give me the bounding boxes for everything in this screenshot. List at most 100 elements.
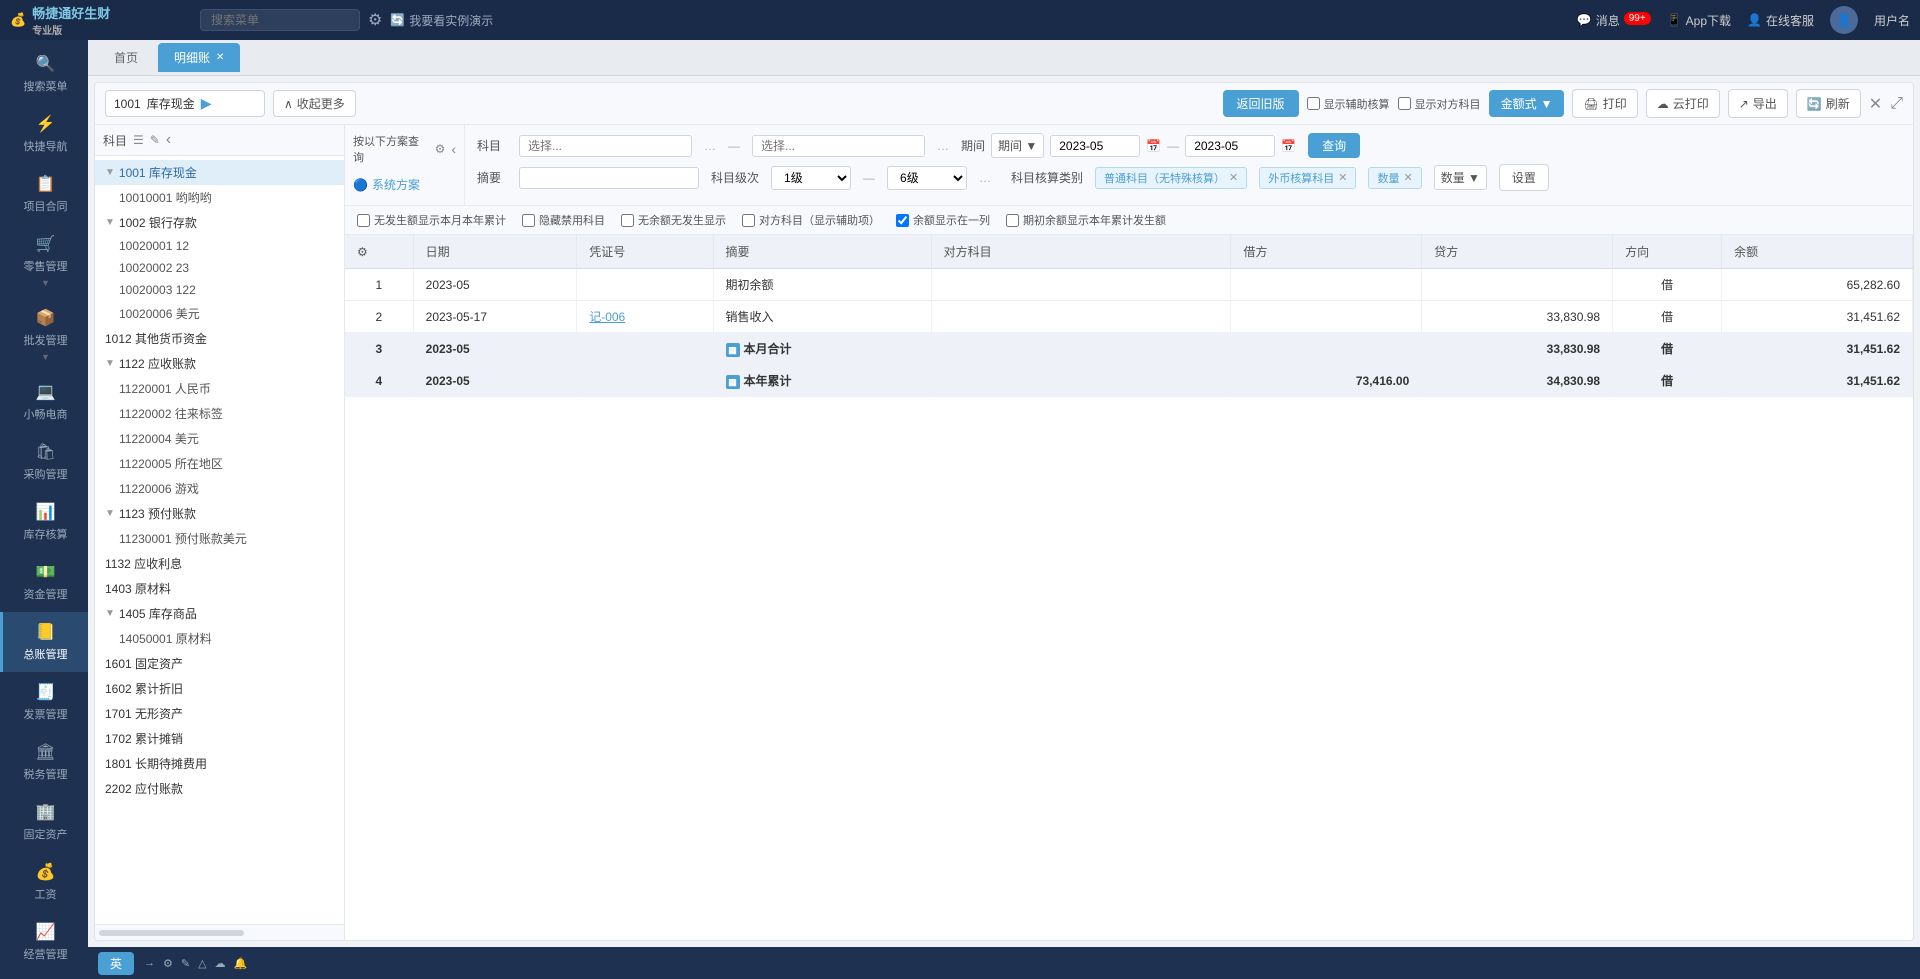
filter-icon[interactable]: ☰ — [133, 133, 144, 147]
collapse-filter-icon[interactable]: ‹ — [451, 141, 456, 157]
level-start-select[interactable]: 1级2级3级4级5级6级 — [771, 166, 851, 190]
scheme-item-sys[interactable]: 🔵 系统方案 — [353, 173, 456, 196]
show-contra-checkbox[interactable] — [1398, 97, 1411, 110]
message-btn[interactable]: 💬 消息 99+ — [1577, 12, 1651, 29]
triangle-icon[interactable]: △ — [198, 957, 206, 970]
period-mode-dropdown[interactable]: 期间 ▼ — [991, 133, 1044, 158]
sidebar-item-purchase[interactable]: 🛍 采购管理 — [0, 432, 88, 492]
demo-link[interactable]: 🔄 我要看实例演示 — [390, 12, 493, 29]
tree-item-1701[interactable]: 1701 无形资产 — [95, 701, 344, 726]
sidebar-item-contract[interactable]: 📋 项目合同 — [0, 164, 88, 224]
cloud-bottom-icon[interactable]: ☁ — [215, 957, 226, 970]
edit-icon[interactable]: ✎ — [150, 133, 160, 147]
subject-selector[interactable]: 1001 库存现金 ▶ — [105, 90, 265, 117]
period-start-input[interactable] — [1050, 135, 1140, 157]
search-input[interactable] — [200, 9, 360, 31]
check-hide-disabled-input[interactable] — [522, 214, 535, 227]
tree-item-1002[interactable]: ▼ 1002 银行存款 — [95, 210, 344, 235]
check-contra[interactable]: 对方科目（显示辅助项） — [742, 212, 880, 228]
sidebar-item-search[interactable]: 🔍 搜索菜单 — [0, 44, 88, 104]
subject-start-input[interactable] — [519, 135, 692, 157]
expand-page-btn[interactable]: ⤢ — [1890, 95, 1903, 113]
check-contra-input[interactable] — [742, 214, 755, 227]
tag-remove-fx[interactable]: ✕ — [1338, 171, 1347, 184]
check-init-balance[interactable]: 期初余额显示本年累计发生额 — [1006, 212, 1166, 228]
sidebar-item-nav[interactable]: ⚡ 快捷导航 — [0, 104, 88, 164]
sidebar-item-ledger[interactable]: 📒 总账管理 — [0, 612, 88, 672]
refresh-btn[interactable]: 🔄 刷新 — [1796, 89, 1861, 118]
tab-home[interactable]: 首页 — [98, 43, 154, 72]
check-balance-col-input[interactable] — [896, 214, 909, 227]
tree-item-11220002[interactable]: 11220002 往来标签 — [95, 401, 344, 426]
subject-end-input[interactable] — [752, 135, 925, 157]
settings-bottom-icon[interactable]: ⚙ — [163, 957, 173, 970]
sidebar-item-salary[interactable]: 💰 工资 — [0, 852, 88, 912]
sidebar-item-biz[interactable]: 📈 经营管理 — [0, 912, 88, 972]
sidebar-item-tax[interactable]: 🏛 税务管理 — [0, 732, 88, 792]
sidebar-item-ecom[interactable]: 💻 小畅电商 — [0, 372, 88, 432]
period-end-input[interactable] — [1185, 135, 1275, 157]
sidebar-item-assets[interactable]: 🏢 固定资产 — [0, 792, 88, 852]
arrow-right-icon[interactable]: → — [144, 957, 155, 969]
check-no-balance-input[interactable] — [621, 214, 634, 227]
fold-left-btn[interactable]: ‹ — [166, 131, 171, 149]
tree-item-1602[interactable]: 1602 累计折旧 — [95, 676, 344, 701]
settings-icon[interactable]: ⚙ — [368, 10, 382, 30]
tree-item-10020002[interactable]: 10020002 23 — [95, 257, 344, 279]
tree-item-1405[interactable]: ▼ 1405 库存商品 — [95, 601, 344, 626]
tree-item-2202[interactable]: 2202 应付账款 — [95, 776, 344, 801]
tag-remove-qty[interactable]: ✕ — [1403, 171, 1412, 184]
check-no-amount[interactable]: 无发生额显示本月本年累计 — [357, 212, 506, 228]
tree-item-11220006[interactable]: 11220006 游戏 — [95, 476, 344, 501]
more-btn[interactable]: ∧ 收起更多 — [273, 90, 356, 117]
tree-scrollbar[interactable] — [95, 924, 344, 940]
sidebar-item-finance[interactable]: 💵 资金管理 — [0, 552, 88, 612]
check-no-balance[interactable]: 无余额无发生显示 — [621, 212, 726, 228]
period-calendar-end-icon[interactable]: 📅 — [1281, 139, 1296, 153]
cloud-print-btn[interactable]: ☁ 云打印 — [1646, 89, 1720, 118]
check-hide-disabled[interactable]: 隐藏禁用科目 — [522, 212, 605, 228]
voucher-link[interactable]: 记-006 — [589, 310, 625, 324]
amount-mode-btn[interactable]: 金额式 ▼ — [1489, 90, 1565, 117]
sidebar-item-expense[interactable]: 💸 小畅报销 — [0, 972, 88, 979]
tree-item-11220005[interactable]: 11220005 所在地区 — [95, 451, 344, 476]
user-avatar[interactable]: 👤 — [1830, 6, 1858, 34]
tree-item-10020006[interactable]: 10020006 美元 — [95, 301, 344, 326]
sidebar-item-retail[interactable]: 🛒 零售管理 ▼ — [0, 224, 88, 298]
scheme-settings-icon[interactable]: ⚙ — [435, 142, 446, 156]
tree-item-10020003[interactable]: 10020003 122 — [95, 279, 344, 301]
tree-item-10020001[interactable]: 10020001 12 — [95, 235, 344, 257]
tree-item-14050001[interactable]: 14050001 原材料 — [95, 626, 344, 651]
return-old-btn[interactable]: 返回旧版 — [1223, 90, 1299, 117]
show-contra-check[interactable]: 显示对方科目 — [1398, 96, 1481, 112]
period-calendar-start-icon[interactable]: 📅 — [1146, 139, 1161, 153]
tree-item-1801[interactable]: 1801 长期待摊费用 — [95, 751, 344, 776]
set-btn[interactable]: 设置 — [1499, 164, 1549, 191]
sidebar-item-inventory[interactable]: 📊 库存核算 — [0, 492, 88, 552]
sidebar-item-wholesale[interactable]: 📦 批发管理 ▼ — [0, 298, 88, 372]
query-btn[interactable]: 查询 — [1308, 133, 1360, 158]
sidebar-item-invoice[interactable]: 🧾 发票管理 — [0, 672, 88, 732]
edit-bottom-icon[interactable]: ✎ — [181, 957, 190, 970]
check-balance-col[interactable]: 余额显示在一列 — [896, 212, 990, 228]
tree-item-1122[interactable]: ▼ 1122 应收账款 — [95, 351, 344, 376]
tree-item-1403[interactable]: 1403 原材料 — [95, 576, 344, 601]
tree-item-1001[interactable]: ▼ 1001 库存现金 — [95, 160, 344, 185]
level-end-select[interactable]: 6级1级2级3级 — [887, 166, 967, 190]
tree-item-11220004[interactable]: 11220004 美元 — [95, 426, 344, 451]
summary-input[interactable] — [519, 167, 699, 189]
tag-remove-normal[interactable]: ✕ — [1229, 171, 1238, 184]
tab-close-icon[interactable]: ✕ — [216, 52, 224, 63]
tree-item-1012[interactable]: 1012 其他货币资金 — [95, 326, 344, 351]
tree-item-11220001[interactable]: 11220001 人民币 — [95, 376, 344, 401]
show-aux-checkbox[interactable] — [1307, 97, 1320, 110]
tree-item-1702[interactable]: 1702 累计摊销 — [95, 726, 344, 751]
check-init-balance-input[interactable] — [1006, 214, 1019, 227]
app-download-btn[interactable]: 📱 App下载 — [1667, 12, 1731, 29]
online-service-btn[interactable]: 👤 在线客服 — [1747, 12, 1814, 29]
tree-item-10010001[interactable]: 10010001 哟哟哟 — [95, 185, 344, 210]
print-btn[interactable]: 🖨 打印 — [1572, 89, 1637, 118]
export-btn[interactable]: ↗ 导出 — [1728, 89, 1788, 118]
tree-item-11230001[interactable]: 11230001 预付账款美元 — [95, 526, 344, 551]
tree-item-1601[interactable]: 1601 固定资产 — [95, 651, 344, 676]
